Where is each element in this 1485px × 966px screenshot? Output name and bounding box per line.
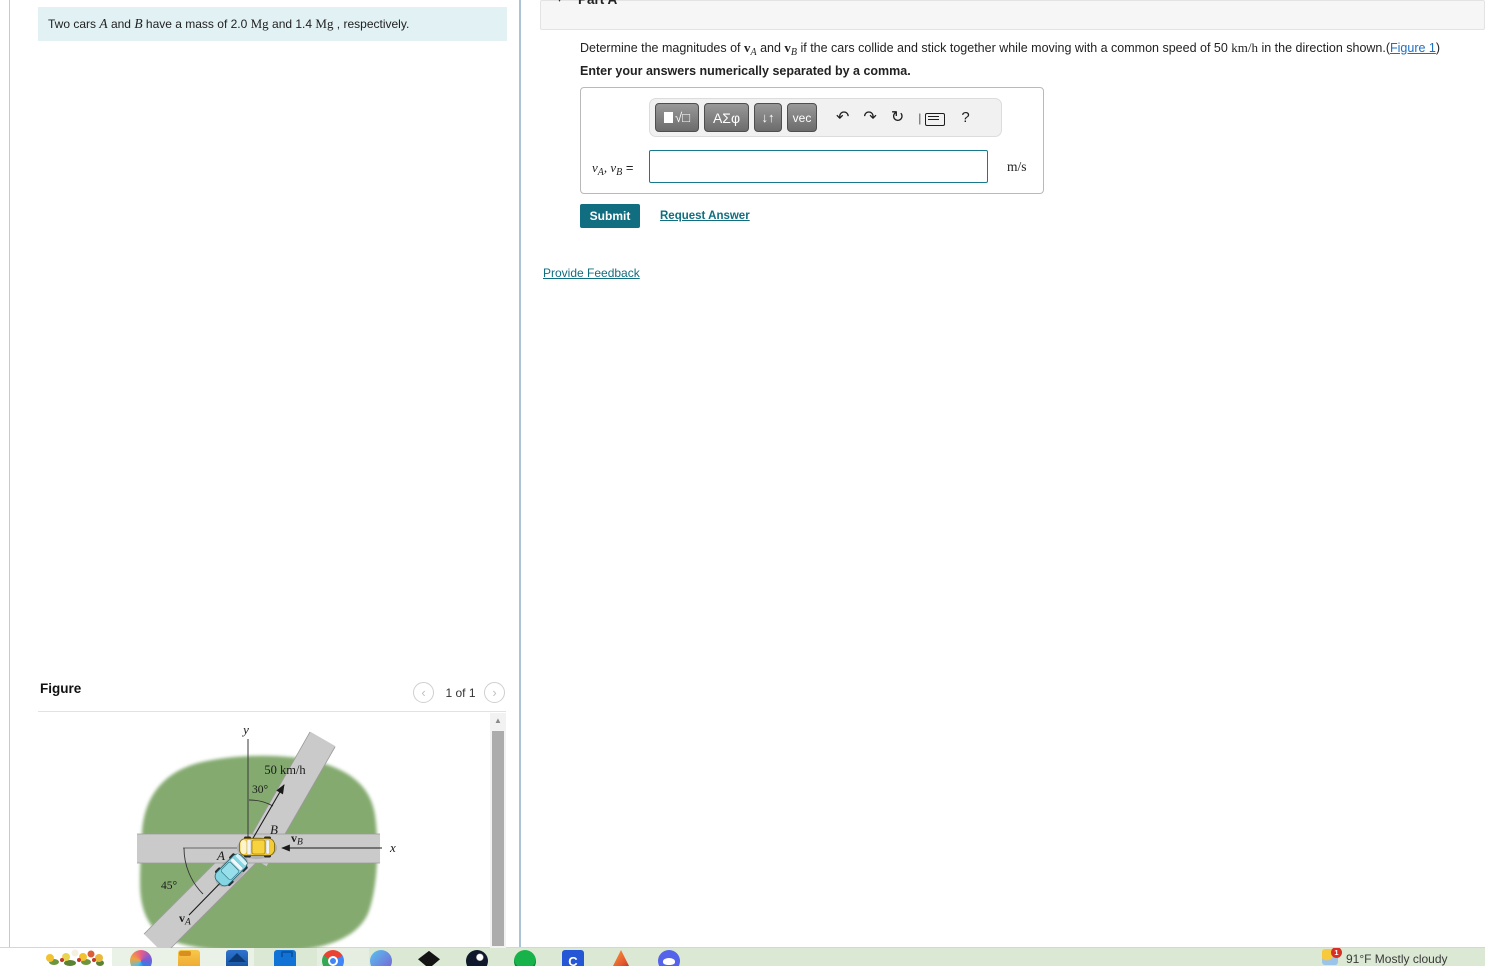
file-explorer-icon[interactable]: [178, 950, 200, 966]
answer-instruction: Enter your answers numerically separated…: [580, 64, 911, 78]
keyboard-icon[interactable]: [925, 112, 946, 126]
question-text: Determine the magnitudes of vA and vB if…: [580, 40, 1441, 58]
car-a-label: A: [216, 848, 225, 863]
scrollbar-thumb[interactable]: [492, 731, 504, 946]
matlab-icon[interactable]: [610, 950, 632, 966]
mass-var-a: A: [99, 16, 108, 31]
math-templates-button[interactable]: √□: [655, 103, 699, 132]
microsoft-365-copilot-icon[interactable]: [130, 950, 152, 966]
speed-label: 50 km/h: [264, 763, 306, 777]
root-glyph-icon: √□: [675, 110, 690, 125]
steam-icon[interactable]: [466, 950, 488, 966]
collapse-caret-icon[interactable]: ▾: [557, 0, 562, 5]
taskbar-icons: C: [130, 950, 680, 966]
figure-scrollbar[interactable]: ▲: [490, 713, 506, 948]
answer-variable-label: vA, vB =: [592, 160, 634, 178]
part-a-header[interactable]: ▾ Part A: [540, 0, 1485, 30]
vector-button[interactable]: vec: [787, 103, 817, 132]
undo-icon[interactable]: ↶: [836, 103, 849, 132]
chrome-icon[interactable]: [322, 950, 344, 966]
bottom-strip: C 1 91°F Mostly cloudy: [0, 948, 1485, 966]
notification-badge: 1: [1331, 948, 1342, 958]
discord-icon[interactable]: [658, 950, 680, 966]
chevron-right-icon: ›: [492, 685, 497, 700]
outlook-icon[interactable]: [226, 950, 248, 966]
angle-30-label: 30°: [252, 784, 269, 796]
chevron-left-icon: ‹: [421, 685, 426, 700]
greek-symbols-button[interactable]: ΑΣφ: [704, 103, 749, 132]
desktop-wallpaper-flowers: [46, 949, 104, 966]
part-a-panel: ▾ Part A Determine the magnitudes of vA …: [521, 0, 1485, 948]
education-app-icon[interactable]: [418, 950, 440, 966]
equation-toolbar: √□ ΑΣφ ↓↑ vec ↶ ↷ ↻ | ?: [649, 98, 1002, 137]
toolbar-separator: |: [918, 110, 922, 125]
weather-sun-icon: 1: [1322, 948, 1342, 965]
scroll-up-arrow-icon[interactable]: ▲: [490, 713, 506, 729]
figure-next-button[interactable]: ›: [484, 682, 505, 703]
figure-section-title: Figure: [40, 681, 82, 696]
mass-var-b: B: [134, 16, 143, 31]
answer-input[interactable]: [649, 150, 988, 183]
part-a-title: Part A: [578, 0, 617, 7]
taskbar: C 1 91°F Mostly cloudy: [112, 948, 1485, 966]
figure-prev-button[interactable]: ‹: [413, 682, 434, 703]
redo-icon[interactable]: ↷: [863, 103, 876, 132]
answer-units: m/s: [1007, 159, 1027, 174]
x-axis-label: x: [389, 840, 396, 855]
provide-feedback-link[interactable]: Provide Feedback: [543, 266, 640, 280]
angle-45-label: 45°: [161, 880, 178, 892]
y-axis-label: y: [241, 722, 249, 737]
help-icon[interactable]: ?: [961, 103, 969, 132]
weather-widget[interactable]: 1 91°F Mostly cloudy: [1322, 948, 1448, 966]
figure-divider: [38, 711, 506, 712]
reset-icon[interactable]: ↻: [891, 103, 904, 132]
c-app-icon[interactable]: C: [562, 950, 584, 966]
car-b-label: B: [270, 822, 278, 837]
collision-diagram: y x 50 km/h 30° 45° A B vB vA: [137, 722, 396, 948]
weather-text: 91°F Mostly cloudy: [1346, 952, 1448, 966]
request-answer-link[interactable]: Request Answer: [660, 210, 750, 222]
spotify-icon[interactable]: [514, 950, 536, 966]
copilot-icon[interactable]: [370, 950, 392, 966]
problem-statement: Two cars A and B have a mass of 2.0 Mg a…: [38, 7, 507, 41]
square-glyph-icon: [664, 112, 673, 123]
answer-box: √□ ΑΣφ ↓↑ vec ↶ ↷ ↻ | ? vA, vB = m/s: [580, 87, 1044, 194]
submit-button[interactable]: Submit: [580, 204, 640, 228]
left-panel-border: [9, 0, 10, 948]
microsoft-store-icon[interactable]: [274, 950, 296, 966]
undo-redo-arrows-button[interactable]: ↓↑: [754, 103, 782, 132]
figure-page-indicator: 1 of 1: [445, 686, 476, 700]
figure-1-link[interactable]: Figure 1: [1390, 41, 1436, 55]
